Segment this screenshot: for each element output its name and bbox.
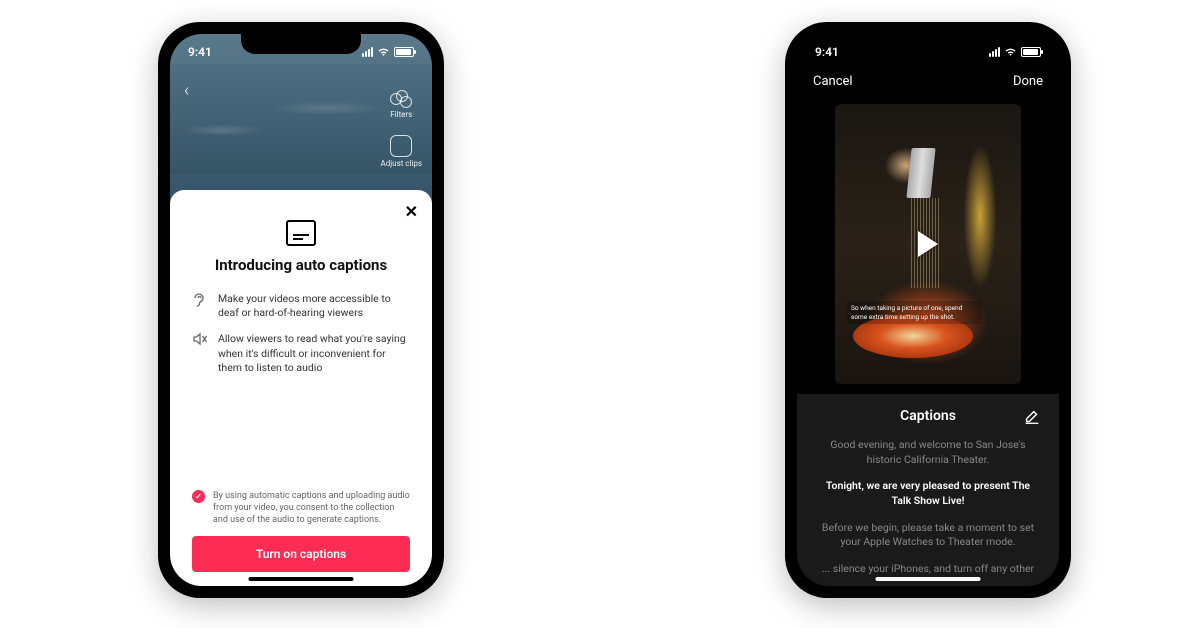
phone-mockup-intro: 9:41 ‹ Filters Adjust clips ✕ I: [158, 22, 444, 598]
consent-text: By using automatic captions and uploadin…: [213, 490, 410, 526]
caption-lines-list[interactable]: Good evening, and welcome to San Jose's …: [797, 434, 1059, 577]
video-side-tools: Filters Adjust clips: [381, 90, 422, 168]
battery-icon: [394, 47, 414, 57]
screen-right: 9:41 Cancel Done So when taking a pictur…: [797, 34, 1059, 586]
video-preview[interactable]: So when taking a picture of one, spend s…: [835, 104, 1021, 384]
caption-line[interactable]: ... silence your iPhones, and turn off a…: [819, 562, 1037, 577]
benefit-accessibility: Make your videos more accessible to deaf…: [192, 292, 410, 320]
captions-icon: [286, 220, 316, 246]
home-indicator: [249, 577, 354, 581]
adjust-clips-label: Adjust clips: [381, 159, 422, 168]
sound-off-icon: [192, 332, 208, 375]
filters-tool[interactable]: Filters: [390, 90, 412, 119]
status-time: 9:41: [188, 45, 212, 59]
sheet-title: Introducing auto captions: [192, 256, 410, 274]
consent-checkbox-icon: ✓: [192, 490, 205, 503]
caption-line[interactable]: Before we begin, please take a moment to…: [819, 521, 1037, 550]
captions-header: Captions: [797, 394, 1059, 434]
wifi-icon: [1004, 47, 1017, 57]
turn-on-captions-button[interactable]: Turn on captions: [192, 536, 410, 572]
status-indicators: [989, 47, 1041, 57]
benefit-text: Make your videos more accessible to deaf…: [218, 292, 410, 320]
wifi-icon: [377, 47, 390, 57]
benefit-text: Allow viewers to read what you're saying…: [218, 332, 410, 375]
device-notch: [868, 34, 988, 54]
status-time: 9:41: [815, 45, 839, 59]
captions-panel: Captions Good evening, and welcome to Sa…: [797, 394, 1059, 586]
back-button[interactable]: ‹: [184, 80, 189, 101]
adjust-clips-icon: [390, 135, 412, 157]
benefit-readability: Allow viewers to read what you're saying…: [192, 332, 410, 375]
battery-icon: [1021, 47, 1041, 57]
intro-captions-sheet: ✕ Introducing auto captions Make your vi…: [170, 190, 432, 586]
cancel-button[interactable]: Cancel: [813, 74, 853, 89]
signal-icon: [989, 47, 1000, 57]
filters-icon: [390, 90, 412, 108]
food-grater-graphic: [906, 148, 935, 198]
signal-icon: [362, 47, 373, 57]
overlay-caption-text: So when taking a picture of one, spend s…: [847, 301, 981, 324]
close-button[interactable]: ✕: [405, 202, 418, 221]
filters-label: Filters: [390, 110, 412, 119]
done-button[interactable]: Done: [1013, 74, 1043, 89]
device-notch: [241, 34, 361, 54]
caption-line[interactable]: Good evening, and welcome to San Jose's …: [819, 438, 1037, 467]
phone-mockup-captions-editor: 9:41 Cancel Done So when taking a pictur…: [785, 22, 1071, 598]
editor-nav: Cancel Done: [797, 74, 1059, 89]
ear-icon: [192, 292, 208, 320]
home-indicator: [876, 577, 981, 581]
captions-heading: Captions: [900, 408, 956, 424]
adjust-clips-tool[interactable]: Adjust clips: [381, 135, 422, 168]
screen-left: 9:41 ‹ Filters Adjust clips ✕ I: [170, 34, 432, 586]
consent-row[interactable]: ✓ By using automatic captions and upload…: [192, 490, 410, 526]
status-indicators: [362, 47, 414, 57]
play-icon[interactable]: [918, 231, 938, 257]
caption-line[interactable]: Tonight, we are very pleased to present …: [819, 479, 1037, 508]
edit-captions-button[interactable]: [1023, 408, 1041, 430]
